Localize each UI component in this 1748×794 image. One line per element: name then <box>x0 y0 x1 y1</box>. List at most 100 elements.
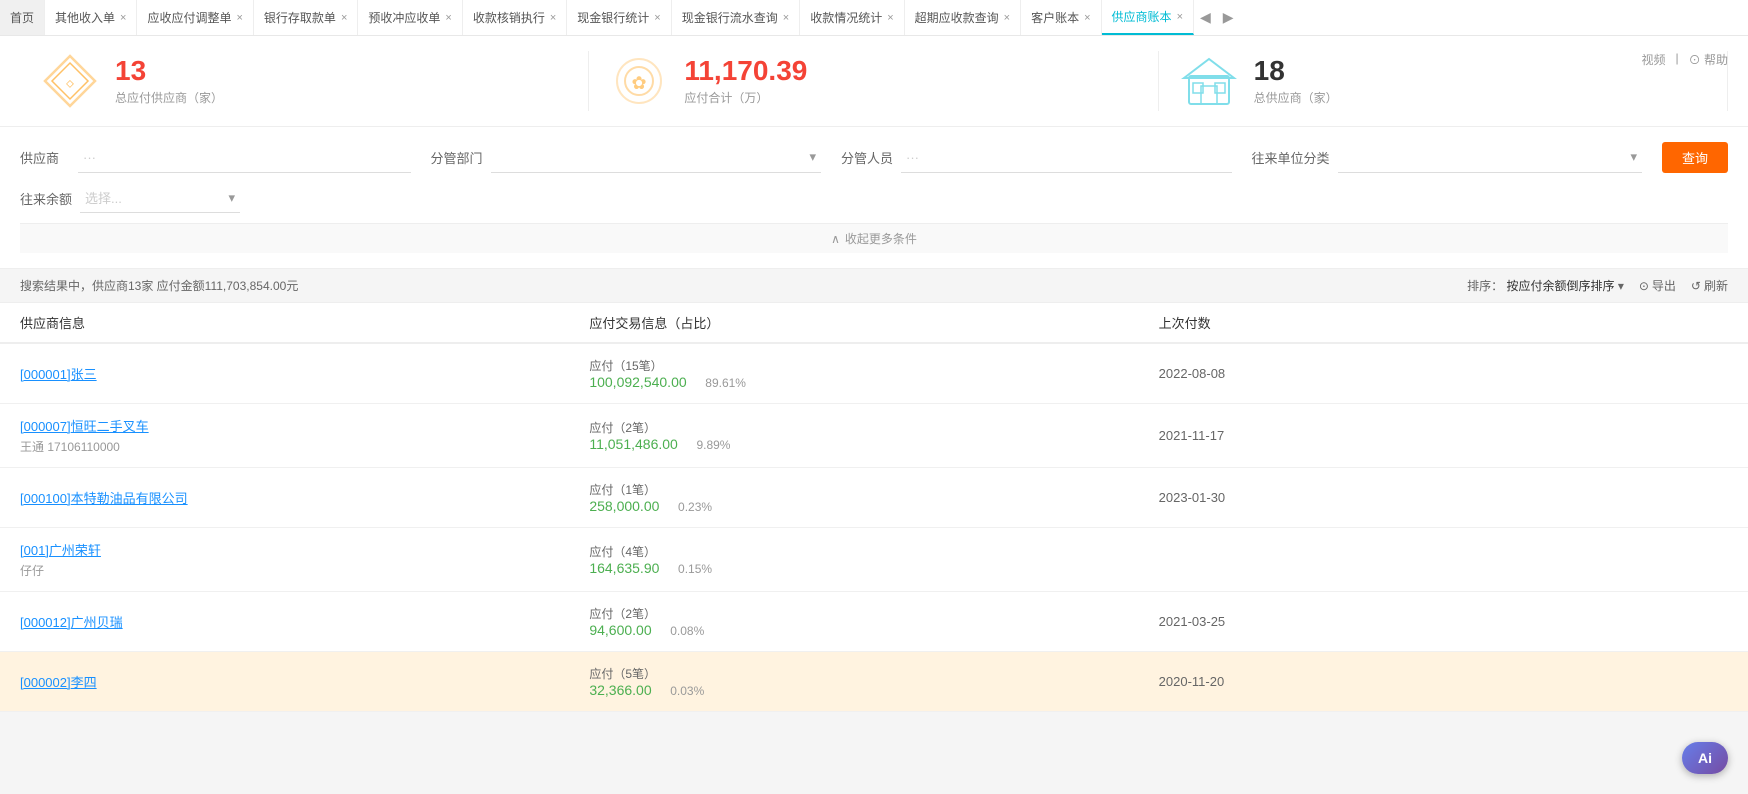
transaction-cell: 应付（2笔） 11,051,486.00 9.89% <box>589 419 1158 452</box>
chevron-down-icon: ▾ <box>809 149 816 165</box>
nav-tab-supplier[interactable]: 供应商账本 × <box>1102 0 1194 35</box>
filter-dept: 分管部门 ▾ <box>431 143 822 173</box>
collapse-label: 收起更多条件 <box>845 230 917 247</box>
nav-tab-receipt-stat[interactable]: 收款情况统计 × <box>800 0 904 35</box>
balance-select[interactable]: 选择... ▾ <box>80 183 240 213</box>
results-bar: 搜索结果中，供应商13家 应付金额111,703,854.00元 排序： 按应付… <box>0 269 1748 303</box>
nav-tab-bank[interactable]: 银行存取款单 × <box>254 0 358 35</box>
nav-tab-home[interactable]: 首页 <box>0 0 45 35</box>
table-row: [000012]广州贝瑞 应付（2笔） 94,600.00 0.08% 2021… <box>0 592 1748 652</box>
close-icon[interactable]: × <box>120 12 126 24</box>
chevron-down-icon: ▾ <box>228 190 235 206</box>
dept-label: 分管部门 <box>431 148 483 167</box>
supplier-label: 供应商 <box>20 148 70 167</box>
supplier-link[interactable]: [000001]张三 <box>20 364 589 383</box>
nav-tab-cash-stat[interactable]: 现金银行统计 × <box>567 0 671 35</box>
trans-label: 应付（2笔） <box>589 605 1158 622</box>
transaction-cell: 应付（2笔） 94,600.00 0.08% <box>589 605 1158 638</box>
refresh-icon: ↺ <box>1691 279 1701 293</box>
stat-payable-suppliers-label: 总应付供应商（家） <box>115 89 223 106</box>
category-select[interactable]: ▾ <box>1338 143 1642 173</box>
trans-amount[interactable]: 100,092,540.00 <box>589 374 686 390</box>
close-icon[interactable]: × <box>1084 12 1090 24</box>
balance-label: 往来余额 <box>20 189 72 208</box>
filter-category: 往来单位分类 ▾ <box>1252 143 1643 173</box>
supplier-link[interactable]: [000007]恒旺二手叉车 <box>20 416 589 435</box>
table-row: [000100]本特勒油品有限公司 应付（1笔） 258,000.00 0.23… <box>0 468 1748 528</box>
supplier-link[interactable]: [000012]广州贝瑞 <box>20 612 589 631</box>
nav-tab-other-income[interactable]: 其他收入单 × <box>45 0 137 35</box>
trans-label: 应付（5笔） <box>589 665 1158 682</box>
close-icon[interactable]: × <box>1004 12 1010 24</box>
person-input[interactable] <box>901 143 1231 173</box>
close-icon[interactable]: × <box>783 12 789 24</box>
table-header: 供应商信息 应付交易信息（占比） 上次付数 <box>0 303 1748 344</box>
nav-tab-cash-flow[interactable]: 现金银行流水查询 × <box>672 0 800 35</box>
nav-next-arrow[interactable]: ▶ <box>1217 0 1240 35</box>
export-button[interactable]: ⊙ 导出 <box>1639 277 1676 294</box>
last-payment-cell: 2023-01-30 <box>1159 490 1728 505</box>
close-icon[interactable]: × <box>445 12 451 24</box>
trans-amount[interactable]: 258,000.00 <box>589 498 659 514</box>
filter-balance: 往来余额 选择... ▾ <box>20 183 240 213</box>
export-icon: ⊙ <box>1639 279 1649 293</box>
collapse-bar[interactable]: ∧ 收起更多条件 <box>20 223 1728 253</box>
trans-amount[interactable]: 11,051,486.00 <box>589 436 678 452</box>
supplier-link[interactable]: [000100]本特勒油品有限公司 <box>20 488 589 507</box>
nav-tab-overdue[interactable]: 超期应收款查询 × <box>905 0 1021 35</box>
balance-placeholder: 选择... <box>85 188 122 207</box>
separator: | <box>1676 51 1679 68</box>
last-payment-cell: 2020-11-20 <box>1159 674 1728 689</box>
grain-icon: ✿ <box>609 51 669 111</box>
help-link[interactable]: ⊙ 帮助 <box>1689 51 1728 68</box>
trans-amount[interactable]: 32,366.00 <box>589 682 651 698</box>
close-icon[interactable]: × <box>1177 11 1183 23</box>
trans-label: 应付（1笔） <box>589 481 1158 498</box>
category-label: 往来单位分类 <box>1252 148 1330 167</box>
trans-label: 应付（2笔） <box>589 419 1158 436</box>
video-link[interactable]: 视频 <box>1642 51 1666 68</box>
search-button[interactable]: 查询 <box>1662 142 1728 173</box>
close-icon[interactable]: × <box>341 12 347 24</box>
nav-tab-customer[interactable]: 客户账本 × <box>1021 0 1101 35</box>
trans-amount[interactable]: 94,600.00 <box>589 622 651 638</box>
stat-total-suppliers-label: 总供应商（家） <box>1254 89 1338 106</box>
supplier-cell: [001]广州荣轩 仔仔 <box>20 540 589 579</box>
stat-payable-total-info: 11,170.39 应付合计（万） <box>684 57 807 106</box>
sort-label: 排序： 按应付余额倒序排序 ▾ <box>1467 277 1624 294</box>
nav-prev-arrow[interactable]: ◀ <box>1194 0 1217 35</box>
filter-row-1: 供应商 分管部门 ▾ 分管人员 往来单位分类 ▾ 查询 <box>20 142 1728 173</box>
supplier-sub: 王通 17106110000 <box>20 438 589 455</box>
nav-tab-receipt[interactable]: 收款核销执行 × <box>463 0 567 35</box>
nav-tab-ar-ap[interactable]: 应收应付调整单 × <box>137 0 253 35</box>
trans-percent: 0.15% <box>678 562 712 576</box>
table-row: [001]广州荣轩 仔仔 应付（4笔） 164,635.90 0.15% <box>0 528 1748 592</box>
transaction-cell: 应付（1笔） 258,000.00 0.23% <box>589 481 1158 514</box>
transaction-cell: 应付（5笔） 32,366.00 0.03% <box>589 665 1158 698</box>
dept-select[interactable]: ▾ <box>491 143 821 173</box>
results-text: 搜索结果中，供应商13家 应付金额111,703,854.00元 <box>20 277 298 294</box>
refresh-button[interactable]: ↺ 刷新 <box>1691 277 1728 294</box>
trans-amount[interactable]: 164,635.90 <box>589 560 659 576</box>
close-icon[interactable]: × <box>236 12 242 24</box>
close-icon[interactable]: × <box>550 12 556 24</box>
last-payment-cell: 2022-08-08 <box>1159 366 1728 381</box>
store-icon <box>1179 51 1239 111</box>
last-payment-cell: 2021-11-17 <box>1159 428 1728 443</box>
supplier-input[interactable] <box>78 143 411 173</box>
supplier-cell: [000001]张三 <box>20 364 589 383</box>
supplier-cell: [000012]广州贝瑞 <box>20 612 589 631</box>
supplier-link[interactable]: [000002]李四 <box>20 672 589 691</box>
close-icon[interactable]: × <box>887 12 893 24</box>
sort-value[interactable]: 按应付余额倒序排序 <box>1506 279 1614 293</box>
nav-tab-prepay[interactable]: 预收冲应收单 × <box>358 0 462 35</box>
stat-payable-suppliers: ◇ 13 总应付供应商（家） <box>20 51 589 111</box>
close-icon[interactable]: × <box>654 12 660 24</box>
col-transaction-info: 应付交易信息（占比） <box>589 313 1158 332</box>
supplier-sub: 仔仔 <box>20 562 589 579</box>
supplier-link[interactable]: [001]广州荣轩 <box>20 540 589 559</box>
trans-percent: 0.23% <box>678 500 712 514</box>
ai-badge[interactable]: Ai <box>1682 742 1728 774</box>
filter-area: 供应商 分管部门 ▾ 分管人员 往来单位分类 ▾ 查询 往来余额 选择 <box>0 127 1748 269</box>
chevron-down-icon: ▾ <box>1630 149 1637 165</box>
